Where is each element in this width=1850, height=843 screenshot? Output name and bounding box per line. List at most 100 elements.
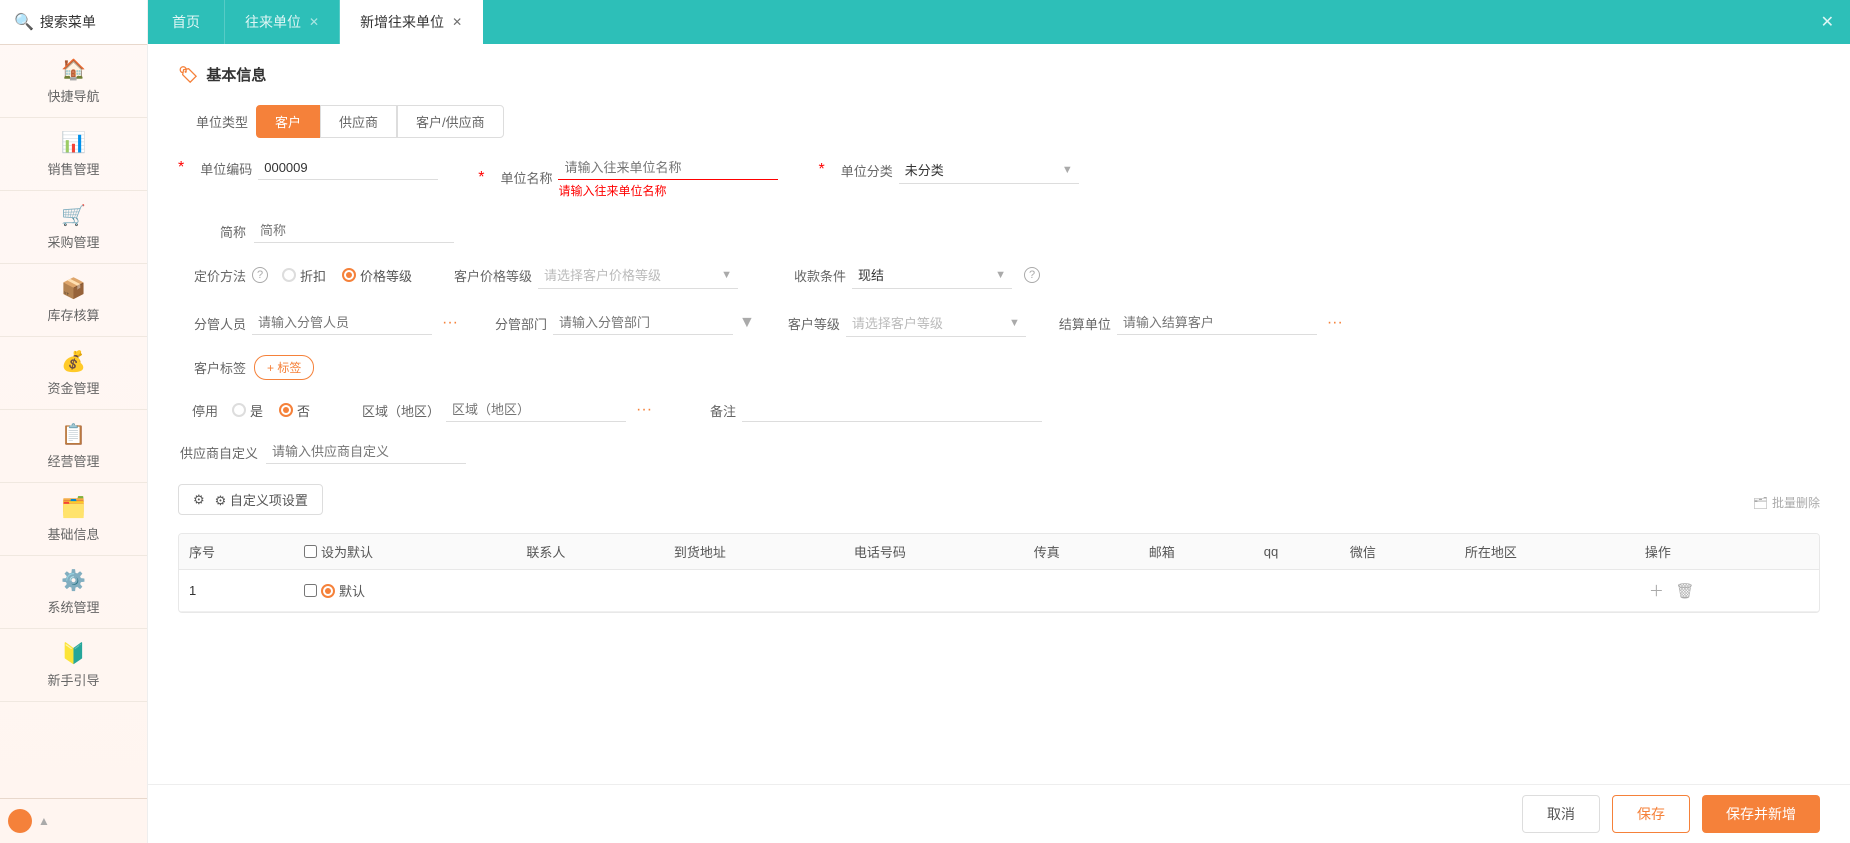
unit-code-input[interactable]	[258, 156, 438, 180]
row-fax	[1024, 570, 1139, 612]
row-disable: 停用 是 否 区域（地区） ···	[178, 398, 1820, 422]
sidebar-item-basic[interactable]: 🗂️ 基础信息	[0, 483, 147, 556]
tab-new-counterparty[interactable]: 新增往来单位 ✕	[340, 0, 483, 44]
sidebar-label-purchase: 采购管理	[47, 232, 99, 251]
disable-radio-yes[interactable]: 是	[232, 401, 263, 420]
region-field: 区域（地区） ···	[360, 398, 656, 422]
select-all-checkbox[interactable]	[304, 545, 317, 558]
sidebar-item-guide[interactable]: 🔰 新手引导	[0, 629, 147, 702]
row-checkbox[interactable]	[304, 584, 317, 597]
unit-name-wrapper: 请输入往来单位名称	[558, 156, 778, 199]
col-action: 操作	[1635, 534, 1819, 570]
unit-category-field: * 单位分类 未分类 ▼	[818, 156, 1078, 184]
row-default-radio[interactable]: 默认	[321, 581, 365, 600]
disable-radio-yes-circle	[232, 403, 246, 417]
inventory-icon: 📦	[61, 276, 86, 301]
sidebar-search[interactable]: 🔍 搜索菜单	[0, 0, 147, 45]
disable-radio-no[interactable]: 否	[279, 401, 310, 420]
customer-price-field: 客户价格等级 请选择客户价格等级 ▼	[452, 261, 738, 289]
customer-price-select[interactable]: 请选择客户价格等级 ▼	[538, 261, 738, 289]
short-name-label: 简称	[178, 222, 246, 241]
sidebar-item-system[interactable]: ⚙️ 系统管理	[0, 556, 147, 629]
unit-type-btn-both[interactable]: 客户/供应商	[397, 105, 504, 138]
department-field: 分管部门 ▼	[492, 311, 755, 335]
col-wechat: 微信	[1340, 534, 1455, 570]
basic-icon: 🗂️	[61, 495, 86, 520]
row-delete-button[interactable]: 🗑	[1671, 580, 1698, 602]
manager-input[interactable]	[252, 311, 432, 335]
settlement-dots[interactable]: ···	[1323, 314, 1347, 332]
short-name-input[interactable]	[254, 219, 454, 243]
unit-category-arrow: ▼	[1062, 164, 1073, 176]
customer-level-select[interactable]: 请选择客户等级 ▼	[846, 309, 1026, 337]
tab-counterparty[interactable]: 往来单位 ✕	[225, 0, 340, 44]
pricing-radio-discount[interactable]: 折扣	[282, 266, 326, 285]
payment-condition-select[interactable]: 现结 ▼	[852, 261, 1012, 289]
payment-condition-value: 现结	[858, 265, 991, 284]
save-new-button[interactable]: 保存并新增	[1702, 795, 1820, 833]
tab-home[interactable]: 首页	[148, 0, 225, 44]
department-label: 分管部门	[492, 314, 547, 333]
sidebar-item-finance[interactable]: 💰 资金管理	[0, 337, 147, 410]
unit-category-select[interactable]: 未分类 ▼	[899, 156, 1079, 184]
region-label: 区域（地区）	[360, 401, 440, 420]
tabs-close-all[interactable]: ✕	[1805, 12, 1850, 32]
table-row: 1 默认	[179, 570, 1819, 612]
sidebar-item-quick-nav[interactable]: 🏠 快捷导航	[0, 45, 147, 118]
sidebar-item-operation[interactable]: 📋 经营管理	[0, 410, 147, 483]
supplier-custom-input[interactable]	[266, 440, 466, 464]
payment-help-icon[interactable]: ?	[1024, 267, 1040, 283]
customer-level-arrow: ▼	[1009, 317, 1020, 329]
unit-type-label: 单位类型	[178, 112, 248, 131]
tab-new-counterparty-close[interactable]: ✕	[452, 15, 462, 29]
purchase-icon: 🛒	[61, 203, 86, 228]
sidebar-label-quick-nav: 快捷导航	[47, 86, 99, 105]
unit-type-btn-customer[interactable]: 客户	[256, 105, 320, 138]
unit-code-field: * 单位编码	[178, 156, 438, 180]
unit-name-input[interactable]	[558, 156, 778, 180]
department-input[interactable]	[553, 311, 733, 335]
pricing-field: 定价方法 ? 折扣 价格等级	[178, 266, 412, 285]
manager-dots[interactable]: ···	[438, 314, 462, 332]
unit-code-required: *	[178, 159, 184, 177]
sidebar-item-sales[interactable]: 📊 销售管理	[0, 118, 147, 191]
row-pricing: 定价方法 ? 折扣 价格等级 客户价格等级	[178, 261, 1820, 289]
add-tag-button[interactable]: + 标签	[254, 355, 314, 380]
col-address: 到货地址	[664, 534, 844, 570]
unit-name-label: 单位名称	[492, 168, 552, 187]
sidebar-item-inventory[interactable]: 📦 库存核算	[0, 264, 147, 337]
row-phone	[844, 570, 1024, 612]
unit-type-btn-supplier[interactable]: 供应商	[320, 105, 397, 138]
save-button[interactable]: 保存	[1612, 795, 1690, 833]
tab-home-label: 首页	[172, 12, 200, 32]
custom-settings-button[interactable]: ⚙ ⚙ 自定义项设置	[178, 484, 323, 515]
disable-radio-group: 是 否	[232, 401, 310, 420]
row-wechat	[1340, 570, 1455, 612]
pricing-help-icon[interactable]: ?	[252, 267, 268, 283]
payment-condition-arrow: ▼	[995, 269, 1006, 281]
unit-name-field: * 单位名称 请输入往来单位名称	[478, 156, 778, 199]
row-add-button[interactable]: ＋	[1645, 578, 1668, 603]
region-dots[interactable]: ···	[632, 401, 656, 419]
sidebar-label-sales: 销售管理	[47, 159, 99, 178]
sidebar-item-purchase[interactable]: 🛒 采购管理	[0, 191, 147, 264]
settlement-input[interactable]	[1117, 311, 1317, 335]
customer-price-arrow: ▼	[721, 269, 732, 281]
customer-level-placeholder: 请选择客户等级	[852, 313, 943, 332]
tab-counterparty-close[interactable]: ✕	[309, 15, 319, 29]
customer-price-placeholder: 请选择客户价格等级	[544, 265, 661, 284]
remark-input[interactable]	[742, 398, 1042, 422]
cancel-button[interactable]: 取消	[1522, 795, 1600, 833]
row-actions: ＋ 🗑	[1635, 570, 1819, 612]
col-default: 设为默认	[294, 534, 516, 570]
section-title-text: 基本信息	[206, 64, 266, 85]
pricing-radio-price-level[interactable]: 价格等级	[342, 266, 412, 285]
region-input[interactable]	[446, 398, 626, 422]
tags-label: 客户标签	[178, 358, 246, 377]
sidebar-label-operation: 经营管理	[47, 451, 99, 470]
batch-delete-button[interactable]: 🗂 批量删除	[1753, 494, 1820, 511]
col-region: 所在地区	[1455, 534, 1635, 570]
settlement-field: 结算单位 ···	[1056, 311, 1347, 335]
col-email: 邮箱	[1139, 534, 1254, 570]
sidebar-bottom[interactable]: ▲	[0, 798, 147, 843]
